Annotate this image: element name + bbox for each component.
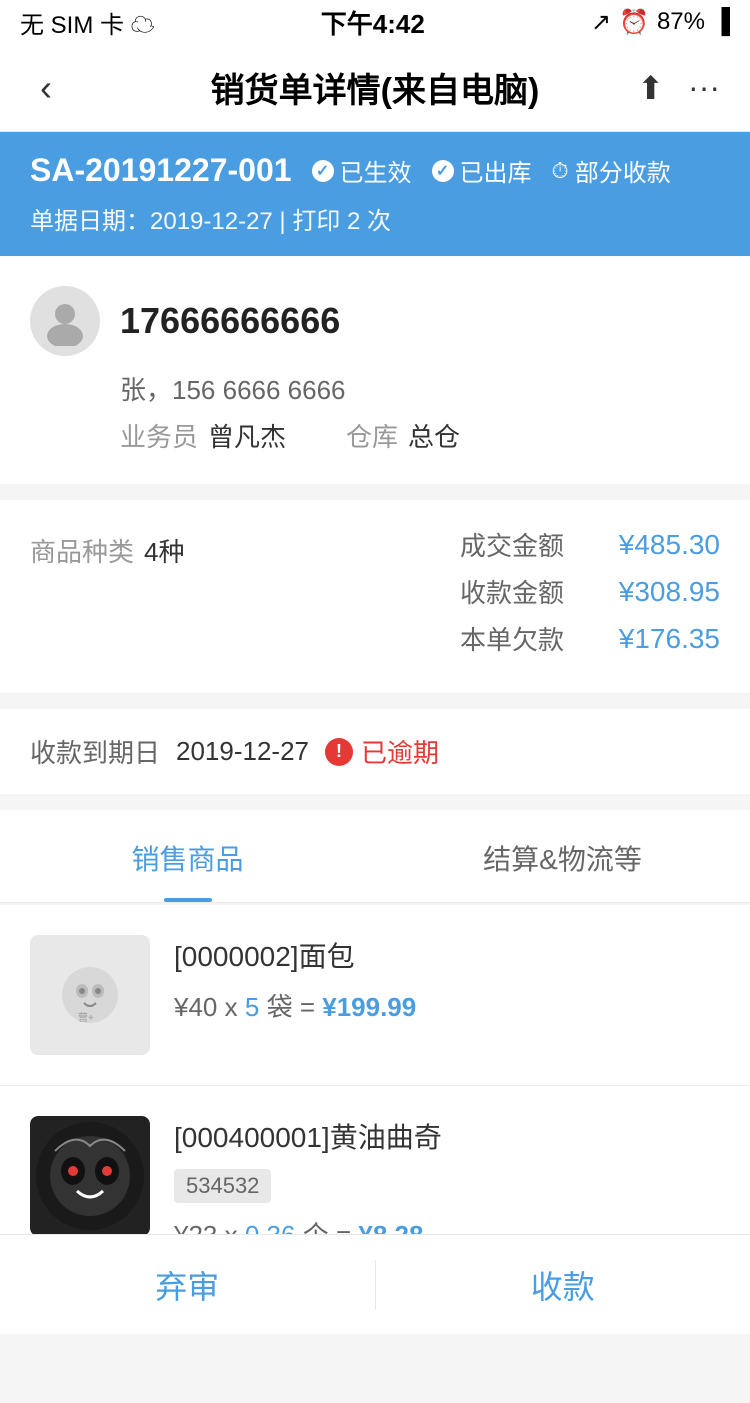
tab-products[interactable]: 销售商品 xyxy=(0,810,375,902)
status-time: 下午4:42 xyxy=(321,4,425,41)
customer-name: 17666666666 xyxy=(120,300,340,342)
nav-right-actions: ⬆ ··· xyxy=(637,69,720,107)
svg-text:营+: 营+ xyxy=(78,1011,94,1024)
due-label: 收款到期日 xyxy=(30,733,160,770)
order-date-info: 单据日期：2019-12-27 | 打印 2 次 xyxy=(30,201,720,236)
product-total-1: ¥199.99 xyxy=(322,992,416,1022)
product-info-2: [000400001]黄油曲奇 534532 ¥23 x 0.36 个 = ¥8… xyxy=(174,1116,720,1252)
types-count: 4种 xyxy=(144,532,184,569)
location-icon: ↗ xyxy=(591,8,611,37)
order-header: SA-20191227-001 ✓ 已生效 ✓ 已出库 ⏱ 部分收款 单据日期：… xyxy=(0,132,750,256)
overdue-text: 已逾期 xyxy=(361,733,439,770)
tab-settlement[interactable]: 结算&物流等 xyxy=(375,810,750,902)
status-badge-partial: ⏱ 部分收款 xyxy=(552,153,671,188)
product-name-1: [0000002]面包 xyxy=(174,935,720,975)
product-name-2: [000400001]黄油曲奇 xyxy=(174,1116,720,1156)
share-icon[interactable]: ⬆ xyxy=(637,69,664,107)
status-badge-shipped: ✓ 已出库 xyxy=(432,153,532,188)
due-section: 收款到期日 2019-12-27 ! 已逾期 xyxy=(0,709,750,794)
salesperson-label: 业务员 xyxy=(120,417,198,454)
collect-label: 收款金额 xyxy=(460,573,564,610)
cancel-review-button[interactable]: 弃审 xyxy=(0,1235,375,1334)
product-image-placeholder-1: 营+ xyxy=(30,935,150,1055)
price-x-1: x xyxy=(225,992,245,1022)
status-right: ↗ ⏰ 87% ▐ xyxy=(591,8,730,37)
check-icon-2: ✓ xyxy=(432,160,454,182)
product-unit-1: 袋 xyxy=(267,992,293,1022)
collect-value: ¥308.95 xyxy=(580,576,720,608)
warehouse-value: 总仓 xyxy=(408,417,460,454)
customer-meta: 业务员 曾凡杰 仓库 总仓 xyxy=(30,417,720,454)
debt-label: 本单欠款 xyxy=(460,620,564,657)
sim-status: 无 SIM 卡 ☁ xyxy=(20,5,155,40)
product-price-row-1: ¥40 x 5 袋 = ¥199.99 xyxy=(174,987,720,1024)
status-left: 无 SIM 卡 ☁ xyxy=(20,5,155,40)
product-thumbnail-1: 营+ xyxy=(30,935,150,1055)
due-date: 2019-12-27 xyxy=(176,736,309,767)
product-qty-1: 5 xyxy=(245,992,259,1022)
debt-value: ¥176.35 xyxy=(580,623,720,655)
product-price-1: ¥40 xyxy=(174,992,217,1022)
battery-icon: ▐ xyxy=(713,8,730,36)
tabs-section: 销售商品 结算&物流等 xyxy=(0,810,750,903)
overdue-badge: ! 已逾期 xyxy=(325,733,439,770)
alarm-icon: ⏰ xyxy=(619,8,649,37)
product-image-2 xyxy=(30,1116,150,1236)
deal-value: ¥485.30 xyxy=(580,529,720,561)
collect-payment-button[interactable]: 收款 xyxy=(376,1235,750,1334)
more-icon[interactable]: ··· xyxy=(688,69,720,106)
bottom-bar: 弃审 收款 xyxy=(0,1234,750,1334)
product-item: 营+ [0000002]面包 ¥40 x 5 袋 = ¥199.99 xyxy=(0,905,750,1086)
check-icon-1: ✓ xyxy=(312,160,334,182)
warehouse-label: 仓库 xyxy=(346,417,398,454)
page-title: 销货单详情(来自电脑) xyxy=(211,63,540,112)
order-id: SA-20191227-001 xyxy=(30,152,292,189)
product-types: 商品种类 4种 xyxy=(30,526,184,569)
back-button[interactable]: ‹ xyxy=(30,57,62,119)
product-info-1: [0000002]面包 ¥40 x 5 袋 = ¥199.99 xyxy=(174,935,720,1024)
status-bar: 无 SIM 卡 ☁ 下午4:42 ↗ ⏰ 87% ▐ xyxy=(0,0,750,44)
product-tag-2: 534532 xyxy=(174,1169,271,1203)
avatar xyxy=(30,286,100,356)
product-thumbnail-2 xyxy=(30,1116,150,1236)
amount-section: 商品种类 4种 成交金额 ¥485.30 收款金额 ¥308.95 本单欠款 ¥… xyxy=(0,500,750,693)
deal-label: 成交金额 xyxy=(460,526,564,563)
nav-bar: ‹ 销货单详情(来自电脑) ⬆ ··· xyxy=(0,44,750,132)
status-badge-effective: ✓ 已生效 xyxy=(312,153,412,188)
overdue-icon: ! xyxy=(325,738,353,766)
customer-section: 17666666666 张，156 6666 6666 业务员 曾凡杰 仓库 总… xyxy=(0,256,750,484)
amounts-right: 成交金额 ¥485.30 收款金额 ¥308.95 本单欠款 ¥176.35 xyxy=(460,526,720,667)
clock-icon: ⏱ xyxy=(552,158,569,184)
equals-1: = xyxy=(300,992,322,1022)
salesperson-value: 曾凡杰 xyxy=(208,417,286,454)
battery-level: 87% xyxy=(657,8,705,36)
customer-detail: 张，156 6666 6666 xyxy=(30,370,720,407)
product-list: 营+ [0000002]面包 ¥40 x 5 袋 = ¥199.99 xyxy=(0,905,750,1283)
types-label: 商品种类 xyxy=(30,532,134,569)
